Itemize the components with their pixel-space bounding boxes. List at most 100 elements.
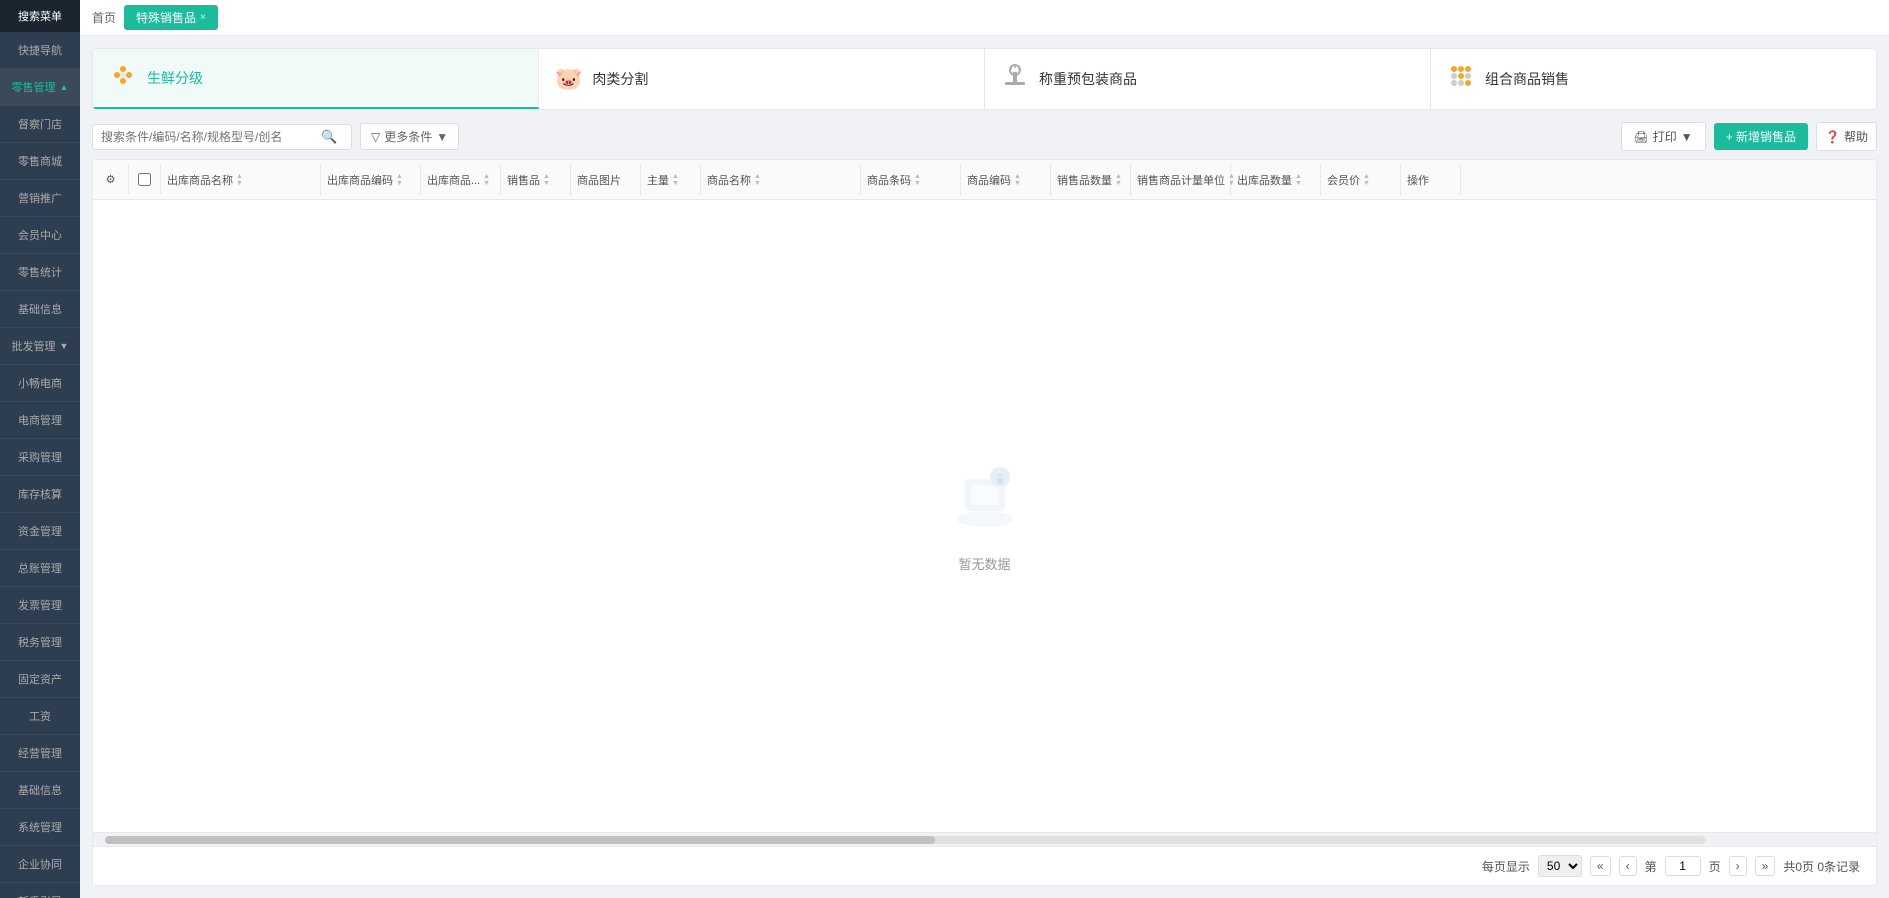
sort-arrows-icon: ▲▼ [543,173,550,187]
sidebar-logo[interactable]: 搜索菜单 [0,0,80,32]
next-page-button[interactable]: › [1729,856,1747,876]
sidebar-item-ecommman[interactable]: 电商管理 [0,402,80,439]
sort-arrows-icon: ▲▼ [754,173,761,187]
sort-arrows-icon: ▲▼ [672,173,679,187]
sidebar-item-label: 库存核算 [18,486,62,502]
sidebar-item-label: 营销推广 [18,190,62,206]
th-member-price[interactable]: 会员价 ▲▼ [1321,164,1401,196]
sidebar-item-newbie[interactable]: 新手引导 [0,883,80,898]
sidebar-item-members[interactable]: 会员中心 [0,217,80,254]
fresh-icon [109,61,137,95]
sidebar-item-bizman[interactable]: 经营管理 [0,735,80,772]
topnav: 首页 特殊销售品 × [80,0,1889,36]
filter-button[interactable]: ▽ 更多条件 ▼ [360,123,459,150]
sidebar-item-storecheck[interactable]: 督察门店 [0,106,80,143]
sidebar-item-fixedassets[interactable]: 固定资产 [0,661,80,698]
sidebar-item-label: 固定资产 [18,671,62,687]
sidebar-item-wholesale[interactable]: 批发管理 ▼ [0,328,80,365]
sidebar-item-label: 零售商城 [18,153,62,169]
sidebar-item-quicknav[interactable]: 快捷导航 [0,32,80,69]
th-out-qty[interactable]: 出库品数量 ▲▼ [1231,164,1321,196]
sidebar-item-label: 基础信息 [18,301,62,317]
sidebar-item-marketing[interactable]: 营销推广 [0,180,80,217]
sidebar-item-inventory[interactable]: 库存核算 [0,476,80,513]
th-goods-name[interactable]: 商品名称 ▲▼ [701,164,861,196]
help-button[interactable]: ❓ 帮助 [1816,122,1877,151]
sort-arrows-icon: ▲▼ [914,173,921,187]
sidebar-item-basicinfo1[interactable]: 基础信息 [0,291,80,328]
chevron-down-icon: ▼ [60,341,69,351]
data-table: ⚙ 出库商品名称 ▲▼ 出库商品编码 ▲▼ 出库商品... ▲▼ 销售品 [92,159,1877,886]
th-outbound-spec[interactable]: 出库商品... ▲▼ [421,164,501,196]
meat-icon: 🐷 [555,66,582,92]
th-sale-item[interactable]: 销售品 ▲▼ [501,164,571,196]
filter-arrow-icon: ▼ [436,130,448,144]
sort-arrows-icon: ▲▼ [236,173,243,187]
th-outbound-name[interactable]: 出库商品名称 ▲▼ [161,164,321,196]
sidebar-item-label: 零售统计 [18,264,62,280]
sidebar-item-purchase[interactable]: 采购管理 [0,439,80,476]
sidebar-item-tax[interactable]: 税务管理 [0,624,80,661]
first-page-button[interactable]: « [1590,856,1611,876]
sidebar-item-label: 税务管理 [18,634,62,650]
sidebar-item-retailstats[interactable]: 零售统计 [0,254,80,291]
page-suffix: 页 [1709,858,1721,875]
topnav-tab-close[interactable]: × [200,12,206,23]
filter-label: 更多条件 [384,128,432,145]
th-sale-unit[interactable]: 销售商品计量单位 ▲▼ [1131,164,1231,196]
tab-card-prepack[interactable]: 称重预包装商品 [985,49,1431,109]
sidebar-item-label: 系统管理 [18,819,62,835]
toolbar-left: 🔍 ▽ 更多条件 ▼ [92,123,459,150]
th-settings[interactable]: ⚙ [93,165,129,194]
th-goods-code[interactable]: 商品编码 ▲▼ [961,164,1051,196]
sort-arrows-icon: ▲▼ [1295,173,1302,187]
th-barcode[interactable]: 商品条码 ▲▼ [861,164,961,196]
sort-arrows-icon: ▲▼ [396,173,403,187]
page-input[interactable] [1665,856,1701,876]
topnav-tab-special[interactable]: 特殊销售品 × [124,5,218,30]
scroll-thumb[interactable] [105,836,935,844]
sidebar-item-salary[interactable]: 工资 [0,698,80,735]
tab-card-fresh[interactable]: 生鲜分级 [93,49,539,109]
tab-card-combo[interactable]: 组合商品销售 [1431,49,1876,109]
search-box[interactable]: 🔍 [92,124,352,150]
scroll-track [105,836,1706,844]
sidebar-item-enterprise[interactable]: 企业协同 [0,846,80,883]
th-checkbox[interactable] [129,165,161,194]
print-button[interactable]: 🖨 打印 ▼ [1621,122,1706,151]
sidebar-item-label: 总账管理 [18,560,62,576]
th-outbound-code[interactable]: 出库商品编码 ▲▼ [321,164,421,196]
sidebar-item-finance[interactable]: 资金管理 [0,513,80,550]
horizontal-scrollbar[interactable] [93,832,1876,846]
sidebar-item-label: 资金管理 [18,523,62,539]
pagination: 每页显示 50 « ‹ 第 页 › » 共0页 0条记录 [93,846,1876,885]
sidebar-item-ecommsmall[interactable]: 小畅电商 [0,365,80,402]
sidebar-item-label: 小畅电商 [18,375,62,391]
tab-card-meat[interactable]: 🐷 肉类分割 [539,49,985,109]
prev-page-button[interactable]: ‹ [1619,856,1637,876]
sidebar-item-label: 批发管理 [12,338,56,354]
select-all-checkbox[interactable] [138,173,151,186]
th-main-quantity[interactable]: 主量 ▲▼ [641,164,701,196]
tab-card-prepack-label: 称重预包装商品 [1039,69,1137,89]
tab-card-fresh-label: 生鲜分级 [147,68,203,88]
search-input[interactable] [101,130,321,144]
sidebar-item-invoice[interactable]: 发票管理 [0,587,80,624]
sidebar-item-sysadmin[interactable]: 系统管理 [0,809,80,846]
sidebar-item-retail[interactable]: 零售管理 ▲ [0,69,80,106]
total-text: 共0页 0条记录 [1783,858,1860,875]
last-page-button[interactable]: » [1755,856,1776,876]
sidebar-item-retailmall[interactable]: 零售商城 [0,143,80,180]
topnav-home[interactable]: 首页 [92,9,116,26]
th-sale-qty[interactable]: 销售品数量 ▲▼ [1051,164,1131,196]
sidebar-item-label: 发票管理 [18,597,62,613]
page-label: 第 [1645,858,1657,875]
main-content: 首页 特殊销售品 × 生鲜分级 [80,0,1889,898]
search-icon[interactable]: 🔍 [321,129,337,145]
toolbar-right: 🖨 打印 ▼ + 新增销售品 ❓ 帮助 [1621,122,1877,151]
sort-arrows-icon: ▲▼ [1115,173,1122,187]
sidebar-item-basicinfo2[interactable]: 基础信息 [0,772,80,809]
sidebar-item-general-ledger[interactable]: 总账管理 [0,550,80,587]
per-page-select[interactable]: 50 [1538,855,1582,877]
add-sale-item-button[interactable]: + 新增销售品 [1714,123,1808,150]
